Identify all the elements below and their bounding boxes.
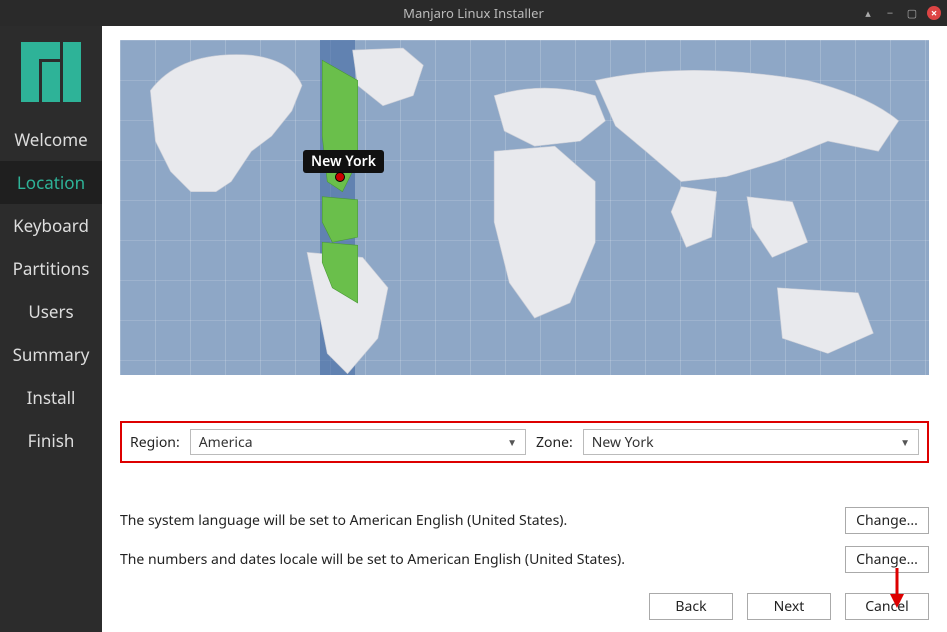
sidebar-item-install[interactable]: Install — [0, 376, 102, 419]
sidebar-item-location[interactable]: Location — [0, 161, 102, 204]
region-zone-row: Region: America ▼ Zone: New York ▼ — [120, 421, 929, 463]
world-map-icon — [120, 40, 929, 375]
sidebar-item-users[interactable]: Users — [0, 290, 102, 333]
language-info-text: The system language will be set to Ameri… — [120, 511, 567, 530]
window-controls: ▴ − ▢ × — [861, 6, 941, 20]
cancel-button[interactable]: Cancel — [845, 593, 929, 620]
sidebar-item-summary[interactable]: Summary — [0, 333, 102, 376]
window-up-icon[interactable]: ▴ — [861, 6, 875, 20]
sidebar-item-keyboard[interactable]: Keyboard — [0, 204, 102, 247]
timezone-map[interactable]: New York — [120, 40, 929, 375]
minimize-icon[interactable]: − — [883, 6, 897, 20]
sidebar: Welcome Location Keyboard Partitions Use… — [0, 26, 102, 632]
manjaro-logo-icon — [0, 32, 102, 118]
back-button[interactable]: Back — [649, 593, 733, 620]
window-title: Manjaro Linux Installer — [403, 4, 544, 22]
change-language-button[interactable]: Change... — [845, 507, 929, 534]
wizard-nav: Back Next Cancel — [120, 593, 929, 620]
zone-label: Zone: — [536, 433, 573, 452]
main-panel: New York Region: America ▼ Zone: New Yor… — [102, 26, 947, 632]
chevron-down-icon: ▼ — [507, 435, 517, 449]
maximize-icon[interactable]: ▢ — [905, 6, 919, 20]
sidebar-item-welcome[interactable]: Welcome — [0, 118, 102, 161]
change-numbers-button[interactable]: Change... — [845, 546, 929, 573]
titlebar: Manjaro Linux Installer ▴ − ▢ × — [0, 0, 947, 26]
region-select-value: America — [199, 433, 253, 452]
map-pin-icon — [335, 172, 345, 182]
map-city-label: New York — [303, 150, 384, 173]
region-label: Region: — [130, 433, 180, 452]
next-button[interactable]: Next — [747, 593, 831, 620]
chevron-down-icon: ▼ — [900, 435, 910, 449]
sidebar-item-partitions[interactable]: Partitions — [0, 247, 102, 290]
numbers-info-text: The numbers and dates locale will be set… — [120, 550, 625, 569]
close-icon[interactable]: × — [927, 6, 941, 20]
region-select[interactable]: America ▼ — [190, 429, 526, 455]
zone-select[interactable]: New York ▼ — [583, 429, 919, 455]
sidebar-item-finish[interactable]: Finish — [0, 419, 102, 462]
zone-select-value: New York — [592, 433, 654, 452]
